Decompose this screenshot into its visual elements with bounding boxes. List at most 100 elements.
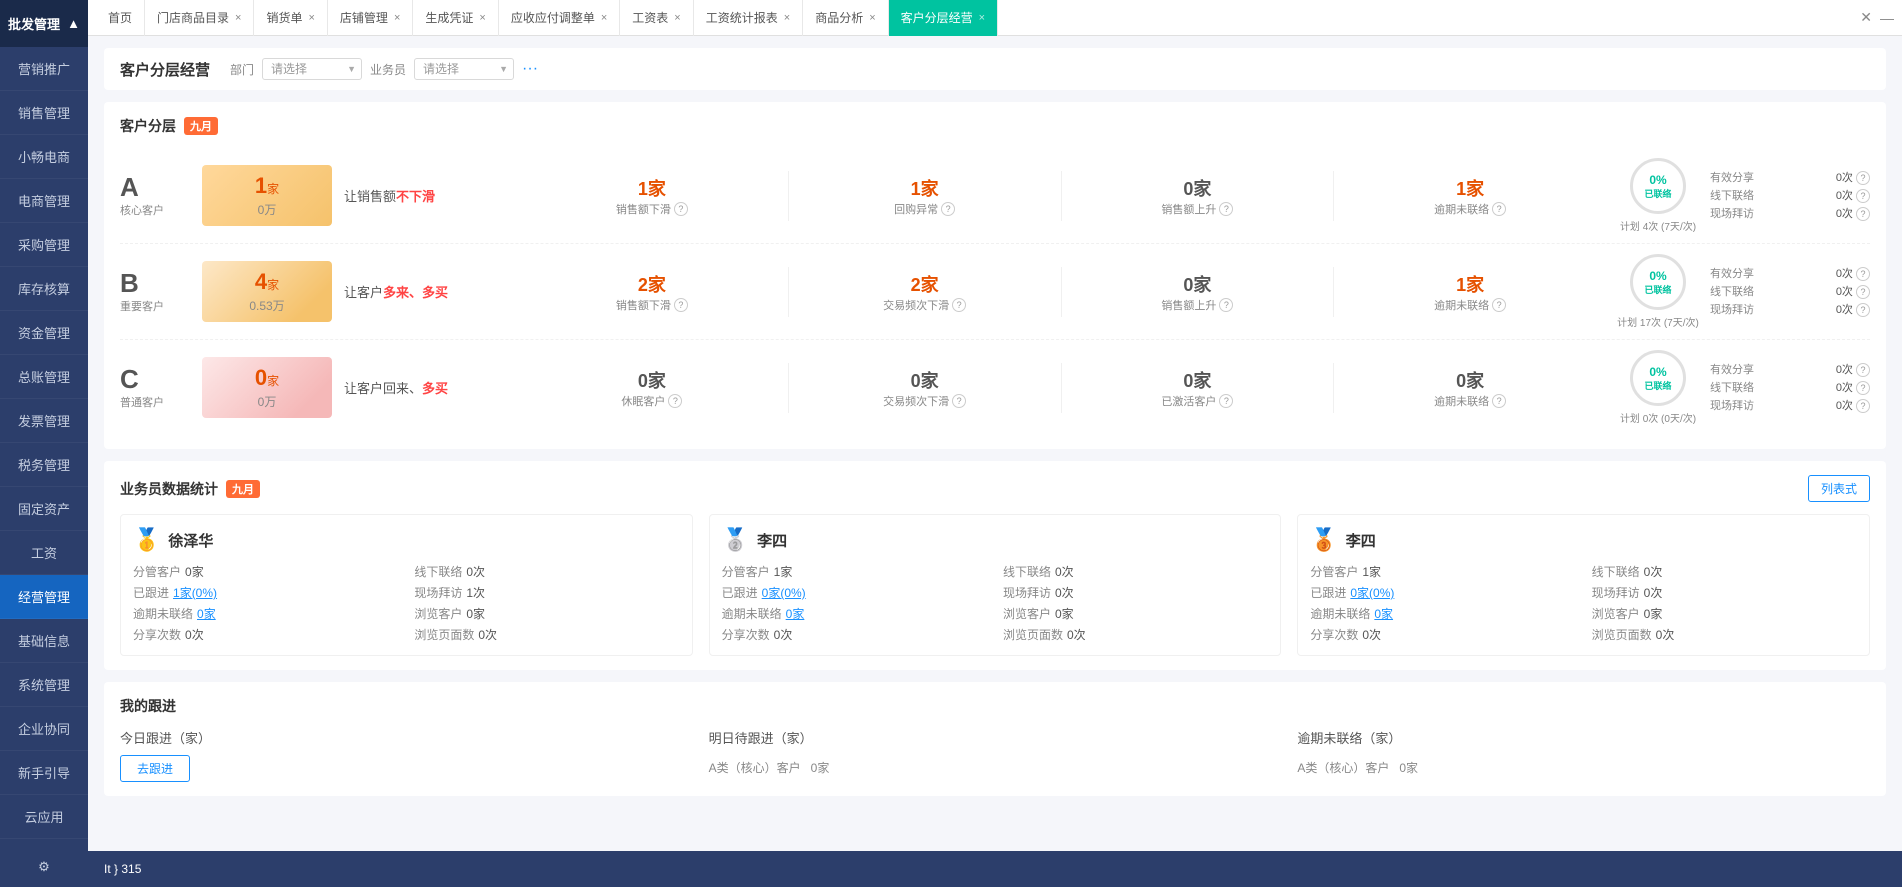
sidebar-item-新手引导[interactable]: 新手引导 xyxy=(0,751,88,795)
staff-stat-val[interactable]: 0家 xyxy=(1374,605,1393,622)
right-info-icon[interactable]: ? xyxy=(1856,303,1870,317)
staff-stat-val: 0次 xyxy=(478,626,497,643)
tab-close-生成凭证[interactable]: × xyxy=(479,12,485,24)
dept-select[interactable]: 请选择 xyxy=(262,58,362,80)
tab-应收应付调整单[interactable]: 应收应付调整单× xyxy=(499,0,620,36)
stat-block-交易频次下滑: 2家交易频次下滑 ? xyxy=(789,267,1062,317)
info-icon[interactable]: ? xyxy=(1219,298,1233,312)
stat-block-逾期未联络: 0家逾期未联络 ? xyxy=(1334,363,1606,413)
contact-plan-B: 计划 17次 (7天/次) xyxy=(1617,314,1699,329)
sidebar-item-采购管理[interactable]: 采购管理 xyxy=(0,223,88,267)
sidebar-item-总账管理[interactable]: 总账管理 xyxy=(0,355,88,399)
staff-stat-val[interactable]: 1家(0%) xyxy=(173,584,217,601)
tab-close-商品分析[interactable]: × xyxy=(869,12,875,24)
tab-bar: 首页门店商品目录×销货单×店铺管理×生成凭证×应收应付调整单×工资表×工资统计报… xyxy=(88,0,1902,36)
tier-stats-A: 1家销售额下滑 ?1家回购异常 ?0家销售额上升 ?1家逾期未联络 ? xyxy=(516,171,1606,221)
staff-stat-val[interactable]: 0家 xyxy=(197,605,216,622)
tab-close-客户分层经营[interactable]: × xyxy=(979,12,985,24)
info-icon[interactable]: ? xyxy=(1219,202,1233,216)
right-info-icon[interactable]: ? xyxy=(1856,207,1870,221)
sidebar-item-企业协同[interactable]: 企业协同 xyxy=(0,707,88,751)
sidebar-item-销售管理[interactable]: 销售管理 xyxy=(0,91,88,135)
go-follow-button[interactable]: 去跟进 xyxy=(120,755,190,782)
tab-门店商品目录[interactable]: 门店商品目录× xyxy=(145,0,254,36)
staff-stat-row-分享次数: 分享次数0次 xyxy=(133,626,398,643)
staff-stat-row-分管客户: 分管客户0家 xyxy=(133,563,398,580)
info-icon[interactable]: ? xyxy=(1492,202,1506,216)
info-icon[interactable]: ? xyxy=(941,202,955,216)
tab-close-销货单[interactable]: × xyxy=(308,12,314,24)
overdue-follow-col: 逾期未联络（家） A类（核心）客户 0家 xyxy=(1297,728,1870,782)
tab-close-门店商品目录[interactable]: × xyxy=(235,12,241,24)
sidebar-item-经营管理[interactable]: 经营管理 xyxy=(0,575,88,619)
info-icon[interactable]: ? xyxy=(668,394,682,408)
info-icon[interactable]: ? xyxy=(952,298,966,312)
contact-block-A: 0% 已联络 计划 4次 (7天/次) xyxy=(1618,158,1698,233)
info-icon[interactable]: ? xyxy=(674,202,688,216)
staff-stat-row-分管客户: 分管客户1家 xyxy=(722,563,987,580)
tab-工资表[interactable]: 工资表× xyxy=(620,0,693,36)
staff-stat-val: 0次 xyxy=(1055,584,1074,601)
sidebar-item-小畅电商[interactable]: 小畅电商 xyxy=(0,135,88,179)
tab-close-应收应付调整单[interactable]: × xyxy=(601,12,607,24)
minimize-icon[interactable]: — xyxy=(1880,10,1894,26)
info-icon[interactable]: ? xyxy=(1492,298,1506,312)
staff-stat-label: 现场拜访 xyxy=(1003,584,1051,601)
staff-stat-val[interactable]: 0家(0%) xyxy=(762,584,806,601)
right-info-icon[interactable]: ? xyxy=(1856,285,1870,299)
staff-stat-label: 浏览客户 xyxy=(1003,605,1051,622)
settings-button[interactable]: ⚙ xyxy=(0,847,88,887)
right-info-icon[interactable]: ? xyxy=(1856,363,1870,377)
sidebar-item-资金管理[interactable]: 资金管理 xyxy=(0,311,88,355)
staff-stat-row-浏览页面数: 浏览页面数0次 xyxy=(414,626,679,643)
info-icon[interactable]: ? xyxy=(1219,394,1233,408)
tab-销货单[interactable]: 销货单× xyxy=(254,0,327,36)
sidebar-item-电商管理[interactable]: 电商管理 xyxy=(0,179,88,223)
tab-工资统计报表[interactable]: 工资统计报表× xyxy=(694,0,803,36)
tab-close-工资统计报表[interactable]: × xyxy=(784,12,790,24)
sidebar-item-库存核算[interactable]: 库存核算 xyxy=(0,267,88,311)
tab-商品分析[interactable]: 商品分析× xyxy=(803,0,888,36)
info-icon[interactable]: ? xyxy=(952,394,966,408)
sidebar-header[interactable]: 批发管理 ▲ xyxy=(0,0,88,47)
sidebar-item-固定资产[interactable]: 固定资产 xyxy=(0,487,88,531)
sidebar-item-系统管理[interactable]: 系统管理 xyxy=(0,663,88,707)
close-window-icon[interactable]: ✕ xyxy=(1860,9,1872,26)
staff-select[interactable]: 请选择 xyxy=(414,58,514,80)
list-view-button[interactable]: 列表式 xyxy=(1808,475,1870,502)
staff-stat-label: 线下联络 xyxy=(1003,563,1051,580)
staff-stat-label: 浏览客户 xyxy=(1592,605,1640,622)
staff-stat-val: 0次 xyxy=(774,626,793,643)
staff-stat-label: 分享次数 xyxy=(1310,626,1358,643)
staff-stat-row-现场拜访: 现场拜访0次 xyxy=(1592,584,1857,601)
right-info-icon[interactable]: ? xyxy=(1856,171,1870,185)
info-icon[interactable]: ? xyxy=(1492,394,1506,408)
more-filter-button[interactable]: ··· xyxy=(522,60,538,78)
sidebar: 批发管理 ▲ 营销推广销售管理小畅电商电商管理采购管理库存核算资金管理总账管理发… xyxy=(0,0,88,887)
tab-生成凭证[interactable]: 生成凭证× xyxy=(413,0,498,36)
right-info-icon[interactable]: ? xyxy=(1856,267,1870,281)
right-info-icon[interactable]: ? xyxy=(1856,189,1870,203)
overdue-a-label: A类（核心）客户 0家 xyxy=(1297,759,1870,776)
sidebar-item-云应用[interactable]: 云应用 xyxy=(0,795,88,839)
sidebar-item-工资[interactable]: 工资 xyxy=(0,531,88,575)
contact-plan-C: 计划 0次 (0天/次) xyxy=(1620,410,1696,425)
right-info-icon[interactable]: ? xyxy=(1856,381,1870,395)
dept-label: 部门 xyxy=(230,61,254,78)
right-info-icon[interactable]: ? xyxy=(1856,399,1870,413)
staff-stat-val[interactable]: 0家 xyxy=(786,605,805,622)
tab-close-店铺管理[interactable]: × xyxy=(394,12,400,24)
sidebar-item-税务管理[interactable]: 税务管理 xyxy=(0,443,88,487)
tab-close-工资表[interactable]: × xyxy=(674,12,680,24)
customer-tier-title: 客户分层 九月 xyxy=(120,116,1870,136)
info-icon[interactable]: ? xyxy=(674,298,688,312)
tab-店铺管理[interactable]: 店铺管理× xyxy=(328,0,413,36)
sidebar-toggle-icon[interactable]: ▲ xyxy=(67,16,80,31)
sidebar-item-基础信息[interactable]: 基础信息 xyxy=(0,619,88,663)
tab-首页[interactable]: 首页 xyxy=(96,0,145,36)
tab-客户分层经营[interactable]: 客户分层经营× xyxy=(889,0,998,36)
sidebar-item-发票管理[interactable]: 发票管理 xyxy=(0,399,88,443)
sidebar-item-营销推广[interactable]: 营销推广 xyxy=(0,47,88,91)
staff-stat-row-浏览页面数: 浏览页面数0次 xyxy=(1003,626,1268,643)
staff-stat-val[interactable]: 0家(0%) xyxy=(1350,584,1394,601)
